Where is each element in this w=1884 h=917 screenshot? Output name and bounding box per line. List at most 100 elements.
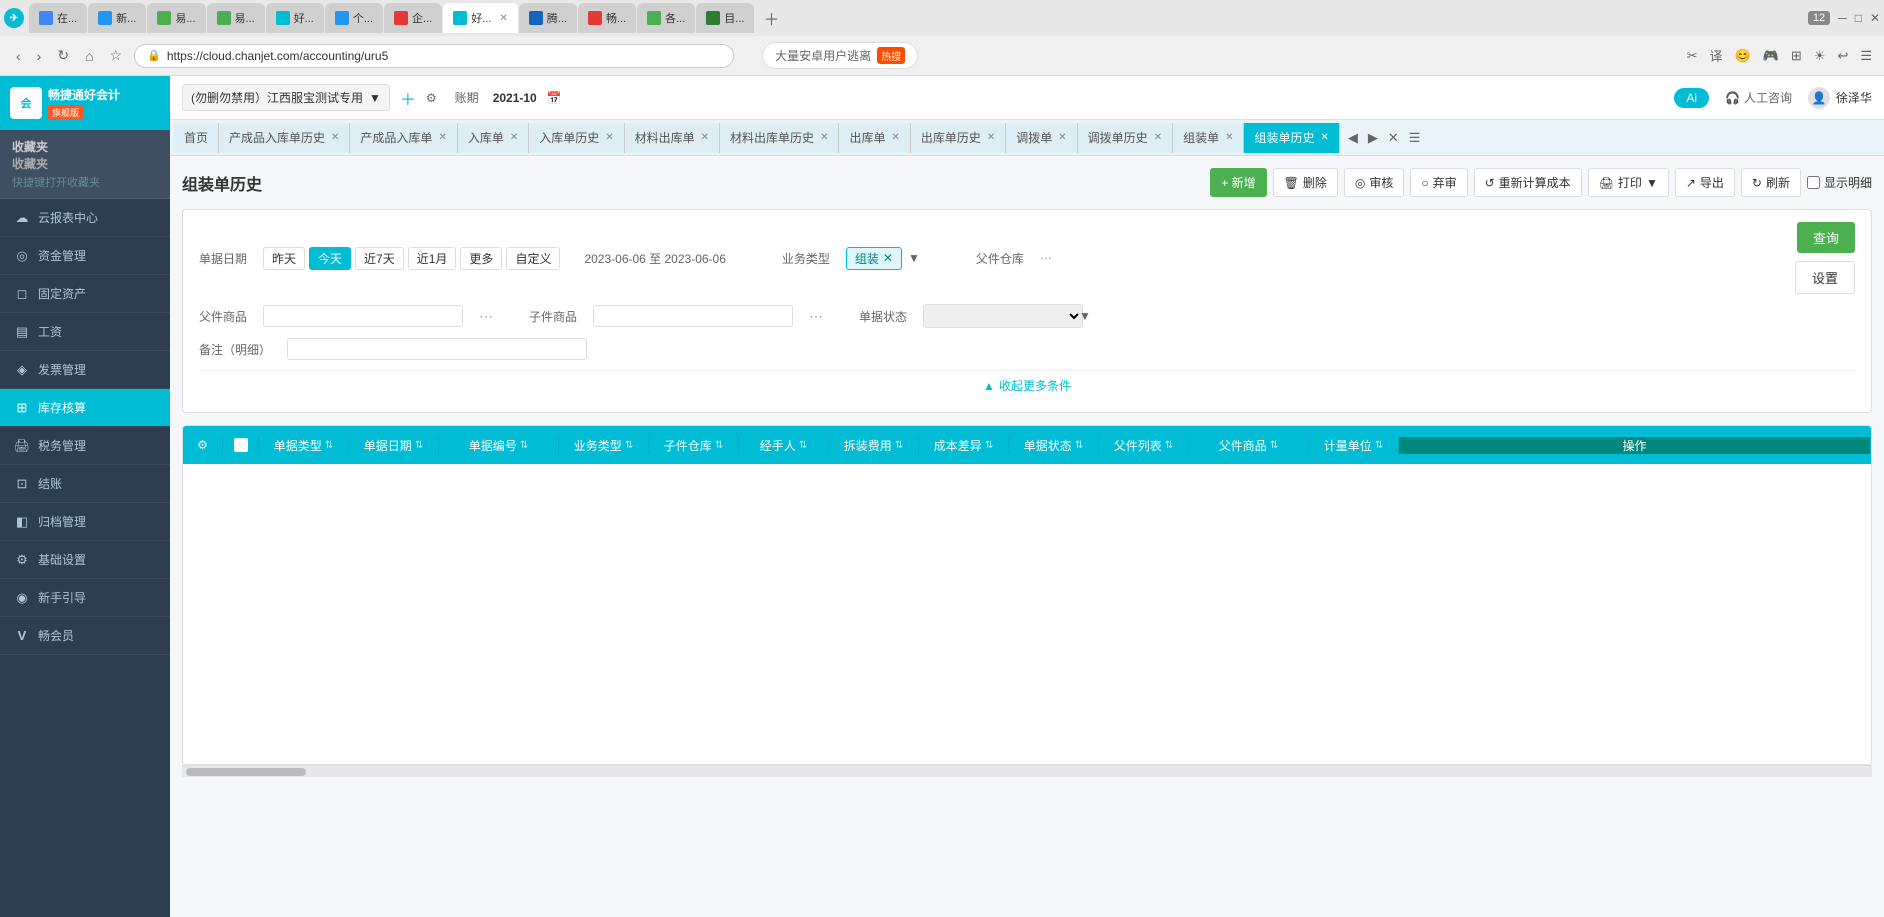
child-goods-more[interactable]: ⋯: [809, 308, 823, 325]
horizontal-scrollbar[interactable]: [182, 765, 1872, 777]
tab-menu[interactable]: ☰: [1405, 128, 1425, 148]
tab-scroll-right[interactable]: ▶: [1364, 128, 1382, 148]
abandon-button[interactable]: ○ 弃审: [1410, 168, 1467, 197]
sidebar-item-salary[interactable]: ▤ 工资: [0, 313, 170, 351]
date-btn-custom[interactable]: 自定义: [506, 247, 560, 270]
th-settings[interactable]: ⚙: [183, 438, 223, 452]
tab-10[interactable]: 畅...: [578, 3, 636, 33]
date-btn-more[interactable]: 更多: [460, 247, 502, 270]
page-tab-4-close[interactable]: ✕: [605, 132, 613, 143]
tab-9[interactable]: 腾...: [519, 3, 577, 33]
page-tab-6[interactable]: 材料出库单历史 ✕: [720, 123, 839, 153]
reload-button[interactable]: ↻: [53, 43, 73, 68]
tab-3[interactable]: 易...: [147, 3, 205, 33]
page-tab-12-close[interactable]: ✕: [1321, 132, 1329, 143]
page-tab-11[interactable]: 组装单 ✕: [1173, 123, 1244, 153]
display-detail-checkbox[interactable]: [1807, 176, 1820, 189]
game-icon[interactable]: 🎮: [1763, 48, 1779, 64]
filter-collapse-btn[interactable]: ▲ 收起更多条件: [199, 370, 1855, 400]
date-btn-yesterday[interactable]: 昨天: [263, 247, 305, 270]
sort-parent-goods-icon[interactable]: ⇅: [1270, 440, 1278, 451]
sort-unit-icon[interactable]: ⇅: [1375, 440, 1383, 451]
tab-1[interactable]: 在...: [29, 3, 87, 33]
th-disassemble-cost[interactable]: 拆装费用 ⇅: [829, 437, 919, 454]
th-cost-diff[interactable]: 成本差异 ⇅: [919, 437, 1009, 454]
th-bill-status[interactable]: 单据状态 ⇅: [1009, 437, 1099, 454]
sort-business-type-icon[interactable]: ⇅: [625, 440, 633, 451]
home-button[interactable]: ⌂: [81, 44, 97, 68]
url-bar[interactable]: 🔒 https://cloud.chanjet.com/accounting/u…: [134, 44, 734, 68]
parent-goods-input[interactable]: [263, 305, 463, 327]
window-control-close[interactable]: ✕: [1870, 11, 1880, 25]
child-goods-input[interactable]: [593, 305, 793, 327]
date-btn-today[interactable]: 今天: [309, 247, 351, 270]
sort-bill-date-icon[interactable]: ⇅: [415, 440, 423, 451]
sort-child-warehouse-icon[interactable]: ⇅: [715, 440, 723, 451]
emoji-icon[interactable]: 😊: [1735, 48, 1751, 64]
tab-5[interactable]: 好...: [266, 3, 324, 33]
calendar-icon[interactable]: 📅: [547, 91, 562, 105]
page-tab-8[interactable]: 出库单历史 ✕: [911, 123, 1006, 153]
tab-7[interactable]: 企...: [384, 3, 442, 33]
brightness-icon[interactable]: ☀: [1814, 48, 1826, 64]
page-tab-home[interactable]: 首页: [174, 123, 219, 153]
tab-8-active[interactable]: 好... ✕: [443, 3, 518, 33]
th-bill-date[interactable]: 单据日期 ⇅: [349, 437, 439, 454]
page-tab-5[interactable]: 材料出库单 ✕: [625, 123, 720, 153]
tab-scroll-left[interactable]: ◀: [1344, 128, 1362, 148]
search-bar[interactable]: 大量安卓用户逃离 热搜: [762, 42, 918, 69]
tab-6[interactable]: 个...: [325, 3, 383, 33]
support-btn[interactable]: 🎧 人工咨询: [1725, 89, 1792, 106]
grid-icon[interactable]: ⊞: [1791, 48, 1802, 64]
sidebar-item-settings[interactable]: ⚙ 基础设置: [0, 541, 170, 579]
page-tab-7[interactable]: 出库单 ✕: [839, 123, 910, 153]
page-tab-7-close[interactable]: ✕: [891, 132, 899, 143]
favorites-sub[interactable]: 快捷键打开收藏夹: [12, 174, 158, 190]
sidebar-item-tax[interactable]: 🖨 税务管理: [0, 427, 170, 465]
sidebar-item-archive[interactable]: ◧ 归档管理: [0, 503, 170, 541]
tab-4[interactable]: 易...: [207, 3, 265, 33]
status-dropdown[interactable]: [923, 304, 1083, 328]
new-tab-button[interactable]: ＋: [755, 6, 787, 30]
th-handler[interactable]: 经手人 ⇅: [739, 437, 829, 454]
sidebar-item-member[interactable]: V 畅会员: [0, 617, 170, 655]
select-all-checkbox[interactable]: [234, 438, 248, 452]
menu-icon[interactable]: ☰: [1860, 48, 1872, 64]
th-child-warehouse[interactable]: 子件仓库 ⇅: [649, 437, 739, 454]
tab-close-current[interactable]: ✕: [1384, 128, 1403, 148]
scroll-thumb[interactable]: [186, 768, 306, 776]
scissors-icon[interactable]: ✂: [1687, 48, 1698, 64]
page-tab-11-close[interactable]: ✕: [1225, 132, 1233, 143]
sidebar-item-fixed-assets[interactable]: ◻ 固定资产: [0, 275, 170, 313]
bookmark-button[interactable]: ☆: [106, 43, 127, 68]
sidebar-item-fund[interactable]: ◎ 资金管理: [0, 237, 170, 275]
sidebar-item-invoice[interactable]: ◈ 发票管理: [0, 351, 170, 389]
page-tab-1-close[interactable]: ✕: [331, 132, 339, 143]
print-button[interactable]: 🖨 打印 ▼: [1588, 168, 1669, 197]
page-tab-3[interactable]: 入库单 ✕: [458, 123, 529, 153]
parent-goods-more[interactable]: ⋯: [479, 308, 493, 325]
undo-icon[interactable]: ↩: [1837, 48, 1848, 64]
th-bill-no[interactable]: 单据编号 ⇅: [439, 437, 559, 454]
sort-handler-icon[interactable]: ⇅: [799, 440, 807, 451]
sidebar-item-inventory[interactable]: ⊞ 库存核算: [0, 389, 170, 427]
th-parent-list[interactable]: 父件列表 ⇅: [1099, 437, 1189, 454]
page-tab-9-close[interactable]: ✕: [1058, 132, 1066, 143]
page-tab-10-close[interactable]: ✕: [1154, 132, 1162, 143]
page-tab-2[interactable]: 产成品入库单 ✕: [350, 123, 457, 153]
translate-icon[interactable]: 译: [1709, 46, 1722, 65]
audit-button[interactable]: ◎ 审核: [1344, 168, 1405, 197]
add-company-btn[interactable]: ＋: [400, 86, 416, 110]
page-tab-10[interactable]: 调拨单历史 ✕: [1078, 123, 1173, 153]
th-parent-goods[interactable]: 父件商品 ⇅: [1189, 437, 1309, 454]
page-tab-3-close[interactable]: ✕: [510, 132, 518, 143]
sort-bill-type-icon[interactable]: ⇅: [325, 440, 333, 451]
window-control-minimize[interactable]: ─: [1838, 11, 1847, 25]
sidebar-item-cloud-report[interactable]: ☁ 云报表中心: [0, 199, 170, 237]
page-tab-9[interactable]: 调拨单 ✕: [1006, 123, 1077, 153]
column-settings-icon[interactable]: ⚙: [197, 438, 208, 452]
sort-disassemble-cost-icon[interactable]: ⇅: [895, 440, 903, 451]
tab-11[interactable]: 各...: [637, 3, 695, 33]
sort-cost-diff-icon[interactable]: ⇅: [985, 440, 993, 451]
sidebar-item-checkout[interactable]: ⊡ 结账: [0, 465, 170, 503]
